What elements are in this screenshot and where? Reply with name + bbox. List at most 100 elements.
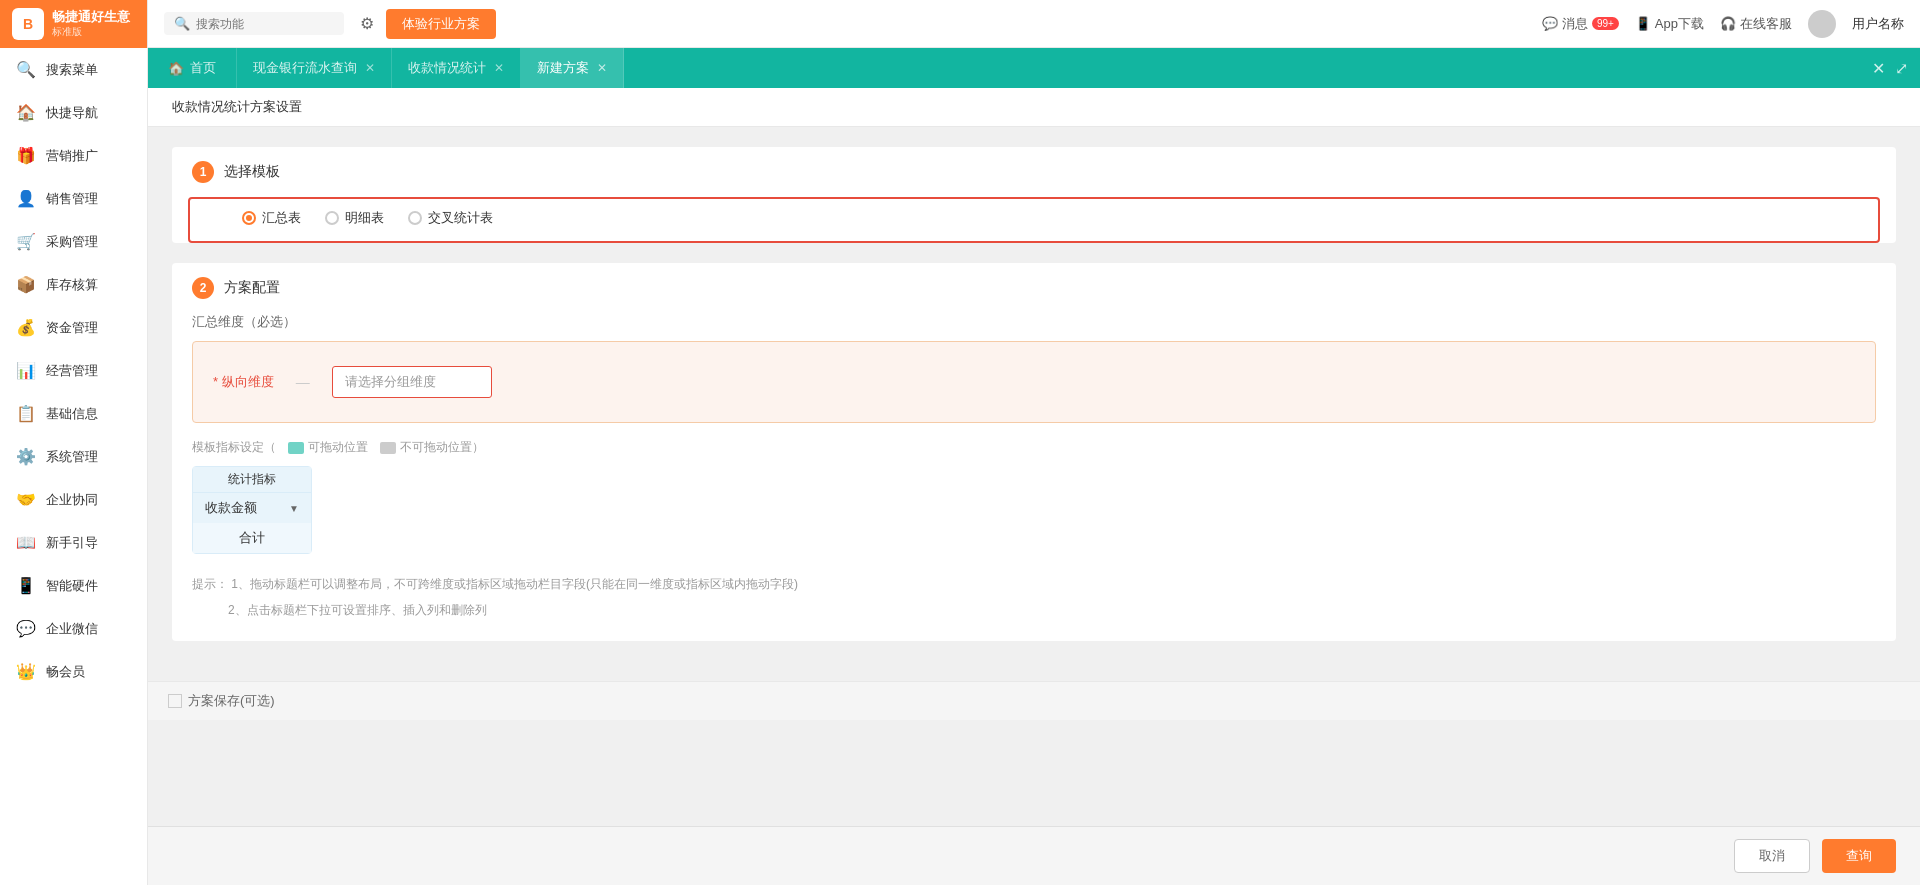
step2-title: 方案配置 — [224, 279, 280, 297]
sidebar-item-system[interactable]: ⚙️ 系统管理 — [0, 435, 147, 478]
service-action[interactable]: 🎧 在线客服 — [1720, 15, 1792, 33]
message-badge: 99+ — [1592, 17, 1619, 30]
search-box[interactable]: 🔍 — [164, 12, 344, 35]
tab-home-label: 首页 — [190, 59, 216, 77]
tabbar-spacer — [624, 48, 1860, 88]
sidebar-item-marketing[interactable]: 🎁营销推广 — [0, 134, 147, 177]
sidebar-icon-member: 👑 — [16, 662, 36, 681]
step1-section: 1 选择模板 汇总表 明细表 交叉统计表 — [172, 147, 1896, 243]
logo-text-area: 畅捷通好生意 标准版 — [52, 9, 130, 39]
sidebar-icon-sales: 👤 — [16, 189, 36, 208]
topbar: 🔍 ⚙ 体验行业方案 💬 消息 99+ 📱 App下载 🎧 在线客服 用户名称 — [148, 0, 1920, 48]
tip-label: 提示： 1、拖动标题栏可以调整布局，不可跨维度或指标区域拖动栏目字段(只能在同一… — [192, 574, 1876, 596]
metric-item-text: 收款金额 — [205, 499, 257, 517]
draggable-indicator: 可拖动位置 — [288, 439, 368, 456]
message-icon: 💬 — [1542, 16, 1558, 31]
drag-icon — [288, 442, 304, 454]
sidebar-item-inventory[interactable]: 📦库存核算 — [0, 263, 147, 306]
tip2: 2、点击标题栏下拉可设置排序、插入列和删除列 — [192, 600, 1876, 622]
dimension-select[interactable]: 请选择分组维度 — [332, 366, 492, 398]
sidebar-item-finance[interactable]: 💰资金管理 — [0, 306, 147, 349]
sidebar-item-cooperation[interactable]: 🤝企业协同 — [0, 478, 147, 521]
tab-new-plan[interactable]: 新建方案 ✕ — [521, 48, 624, 88]
main-area: 🔍 ⚙ 体验行业方案 💬 消息 99+ 📱 App下载 🎧 在线客服 用户名称 — [148, 0, 1920, 885]
radio-summary-btn[interactable] — [242, 211, 256, 225]
save-plan-checkbox[interactable] — [168, 694, 182, 708]
non-draggable-indicator: 不可拖动位置） — [380, 439, 484, 456]
sidebar-item-smart-hw[interactable]: 📱智能硬件 — [0, 564, 147, 607]
radio-detail-btn[interactable] — [325, 211, 339, 225]
no-drag-icon — [380, 442, 396, 454]
draggable-label: 可拖动位置 — [308, 439, 368, 456]
sidebar-label-system: 系统管理 — [46, 448, 98, 466]
download-label: App下载 — [1655, 15, 1704, 33]
tab-home[interactable]: 🏠 首页 — [148, 48, 237, 88]
page-header-title: 收款情况统计方案设置 — [172, 99, 302, 114]
message-action[interactable]: 💬 消息 99+ — [1542, 15, 1619, 33]
search-input[interactable] — [196, 17, 316, 31]
sidebar-icon-smart-hw: 📱 — [16, 576, 36, 595]
sidebar-label-search-menu: 搜索菜单 — [46, 61, 98, 79]
sidebar-item-operations[interactable]: 📊 经营管理 — [0, 349, 147, 392]
radio-detail-label: 明细表 — [345, 209, 384, 227]
sidebar-icon-inventory: 📦 — [16, 275, 36, 294]
sidebar-item-guide[interactable]: 📖新手引导 — [0, 521, 147, 564]
service-label: 在线客服 — [1740, 15, 1792, 33]
avatar[interactable] — [1808, 10, 1836, 38]
cancel-button[interactable]: 取消 — [1734, 839, 1810, 873]
radio-cross-btn[interactable] — [408, 211, 422, 225]
metric-chevron-icon[interactable]: ▼ — [289, 503, 299, 514]
page-header: 收款情况统计方案设置 — [148, 88, 1920, 127]
tab-collection-stat-label: 收款情况统计 — [408, 59, 486, 77]
close-tab-icon[interactable]: ✕ — [1872, 59, 1885, 78]
tab-bank-flow-label: 现金银行流水查询 — [253, 59, 357, 77]
non-draggable-label: 不可拖动位置） — [400, 439, 484, 456]
page-body: 1 选择模板 汇总表 明细表 交叉统计表 — [148, 127, 1920, 681]
query-button[interactable]: 查询 — [1822, 839, 1896, 873]
sidebar-icon-purchase: 🛒 — [16, 232, 36, 251]
sidebar-item-base-info[interactable]: 📋基础信息 — [0, 392, 147, 435]
maximize-icon[interactable]: ⤢ — [1895, 59, 1908, 78]
content-area: 收款情况统计方案设置 1 选择模板 汇总表 明细表 — [148, 88, 1920, 826]
step1-badge: 1 — [192, 161, 214, 183]
sidebar-nav: 🔍搜索菜单🏠快捷导航🎁营销推广 👤 销售管理 🛒采购管理📦库存核算💰资金管理 📊 经营管理… — [0, 48, 147, 885]
dimension-arrow: — — [296, 374, 310, 390]
sidebar-icon-cooperation: 🤝 — [16, 490, 36, 509]
radio-summary[interactable]: 汇总表 — [242, 209, 301, 227]
sidebar-icon-quick-nav: 🏠 — [16, 103, 36, 122]
sidebar-label-operations: 经营管理 — [46, 362, 98, 380]
download-action[interactable]: 📱 App下载 — [1635, 15, 1704, 33]
tab-bank-flow[interactable]: 现金银行流水查询 ✕ — [237, 48, 392, 88]
logo-text: 畅捷通好生意 — [52, 9, 130, 25]
sidebar-icon-system: ⚙️ — [16, 447, 36, 466]
sidebar-item-search-menu[interactable]: 🔍搜索菜单 — [0, 48, 147, 91]
logo-tag: 标准版 — [52, 25, 130, 39]
tab-collection-stat[interactable]: 收款情况统计 ✕ — [392, 48, 521, 88]
metric-item-collection[interactable]: 收款金额 ▼ — [193, 493, 311, 523]
gear-icon[interactable]: ⚙ — [360, 14, 374, 33]
tab-bank-flow-close[interactable]: ✕ — [365, 61, 375, 75]
template-selection: 汇总表 明细表 交叉统计表 — [188, 197, 1880, 243]
sidebar-item-quick-nav[interactable]: 🏠快捷导航 — [0, 91, 147, 134]
radio-detail[interactable]: 明细表 — [325, 209, 384, 227]
sidebar-label-marketing: 营销推广 — [46, 147, 98, 165]
metrics-label-row: 模板指标设定（ 可拖动位置 不可拖动位置） — [192, 439, 1876, 456]
sidebar-logo: B 畅捷通好生意 标准版 — [0, 0, 147, 48]
trial-button[interactable]: 体验行业方案 — [386, 9, 496, 39]
sidebar-item-member[interactable]: 👑畅会员 — [0, 650, 147, 693]
tab-new-plan-close[interactable]: ✕ — [597, 61, 607, 75]
radio-cross[interactable]: 交叉统计表 — [408, 209, 493, 227]
search-icon: 🔍 — [174, 16, 190, 31]
topbar-actions: 💬 消息 99+ 📱 App下载 🎧 在线客服 用户名称 — [1542, 10, 1904, 38]
sidebar-item-purchase[interactable]: 🛒采购管理 — [0, 220, 147, 263]
tab-collection-stat-close[interactable]: ✕ — [494, 61, 504, 75]
tab-new-plan-label: 新建方案 — [537, 59, 589, 77]
step1-title: 选择模板 — [224, 163, 280, 181]
sidebar-label-sales: 销售管理 — [46, 190, 98, 208]
sidebar-icon-operations: 📊 — [16, 361, 36, 380]
download-icon: 📱 — [1635, 16, 1651, 31]
sidebar-item-sales[interactable]: 👤 销售管理 — [0, 177, 147, 220]
tip1: 1、拖动标题栏可以调整布局，不可跨维度或指标区域拖动栏目字段(只能在同一维度或指… — [231, 577, 798, 591]
step2-body: 汇总维度（必选） * 纵向维度 — 请选择分组维度 模板指标设定（ 可拖动位置 — [172, 313, 1896, 641]
sidebar-item-weixin[interactable]: 💬企业微信 — [0, 607, 147, 650]
